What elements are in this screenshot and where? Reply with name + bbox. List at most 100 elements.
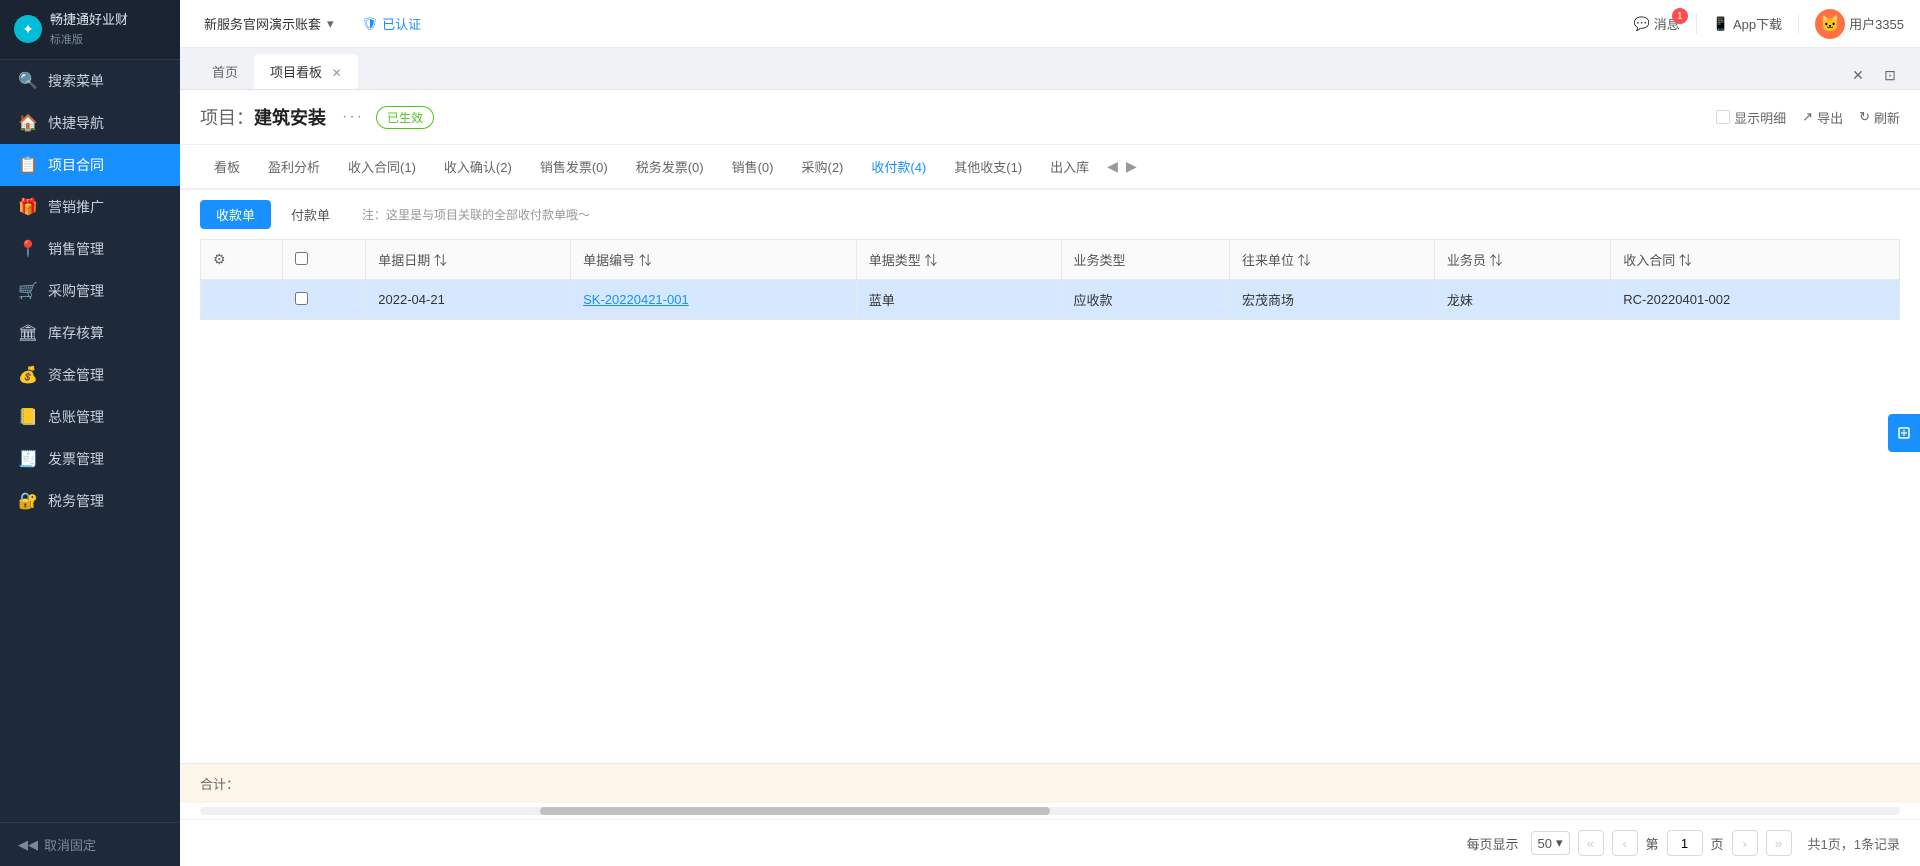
table-header-row: ⚙ 单据日期 ⇅ 单据编号 ⇅ 单据类型 ⇅: [201, 240, 1900, 280]
sidebar-item-5[interactable]: 🛒 采购管理: [0, 270, 180, 312]
page-suffix: 页: [1711, 834, 1724, 853]
app-edition: 标准版: [50, 31, 128, 47]
col-date[interactable]: 单据日期 ⇅: [366, 240, 571, 280]
user-menu[interactable]: 🐱 用户3355: [1815, 9, 1904, 39]
current-page-input[interactable]: [1667, 830, 1703, 856]
maximize-button[interactable]: ⊡: [1876, 61, 1904, 89]
sidebar-label-5: 采购管理: [48, 281, 104, 301]
float-action-button[interactable]: [1888, 414, 1920, 452]
sidebar-item-3[interactable]: 🎁 营销推广: [0, 186, 180, 228]
table-body: 2022-04-21 SK-20220421-001 蓝单 应收款 宏茂商场 龙…: [201, 280, 1900, 320]
shield-icon: 🛡: [362, 16, 379, 32]
project-title-block: 项目： 建筑安装: [200, 104, 326, 130]
sidebar-label-10: 税务管理: [48, 491, 104, 511]
sidebar-item-7[interactable]: 💰 资金管理: [0, 354, 180, 396]
app-download-button[interactable]: 📱 App下载: [1713, 14, 1782, 33]
checkbox-icon[interactable]: [1716, 110, 1730, 124]
sidebar-item-1[interactable]: 🏠 快捷导航: [0, 102, 180, 144]
sidebar-icon-10: 🔐: [18, 491, 38, 511]
gear-icon[interactable]: ⚙: [213, 251, 226, 267]
row-checkbox[interactable]: [295, 292, 308, 305]
cell-checkbox[interactable]: [283, 280, 366, 320]
inner-tab-receipt[interactable]: 收款单: [200, 200, 271, 229]
refresh-button[interactable]: ↻ 刷新: [1859, 108, 1900, 127]
sidebar-label-1: 快捷导航: [48, 113, 104, 133]
prev-tab-arrow[interactable]: ◀: [1103, 150, 1122, 183]
col-income-contract[interactable]: 收入合同 ⇅: [1611, 240, 1900, 280]
sidebar-icon-7: 💰: [18, 365, 38, 385]
sidebar-icon-2: 📋: [18, 155, 38, 175]
sidebar-item-6[interactable]: 🏛 库存核算: [0, 312, 180, 354]
col-date-label: 单据日期: [378, 253, 430, 268]
page-summary: 共1页，1条记录: [1808, 834, 1900, 853]
sidebar-item-0[interactable]: 🔍 搜索菜单: [0, 60, 180, 102]
last-page-button[interactable]: »: [1766, 830, 1792, 856]
data-table: ⚙ 单据日期 ⇅ 单据编号 ⇅ 单据类型 ⇅: [200, 239, 1900, 320]
messages-button[interactable]: 💬 消息 1: [1634, 14, 1680, 33]
sidebar-icon-6: 🏛: [18, 323, 38, 343]
show-detail-checkbox[interactable]: 显示明细: [1716, 108, 1786, 127]
col-salesman[interactable]: 业务员 ⇅: [1434, 240, 1610, 280]
sidebar-label-7: 资金管理: [48, 365, 104, 385]
inner-tab-payment[interactable]: 付款单: [275, 200, 346, 229]
topbar: 新服务官网演示账套 ▾ 🛡 已认证 💬 消息 1 📱 App下载 🐱 用户335…: [180, 0, 1920, 48]
subtab-other[interactable]: 其他收支(1): [940, 145, 1036, 190]
page-content: 项目： 建筑安装 ··· 已生效 显示明细 ↗ 导出 ↻ 刷新: [180, 90, 1920, 866]
project-more-button[interactable]: ···: [342, 108, 364, 126]
cell-date: 2022-04-21: [366, 280, 571, 320]
cell-gear: [201, 280, 283, 320]
divider: [1696, 14, 1697, 34]
sidebar-icon-5: 🛒: [18, 281, 38, 301]
subtab-inout[interactable]: 出入库: [1036, 145, 1103, 190]
app-logo-icon: ✦: [14, 15, 42, 43]
certified-badge: 🛡 已认证: [362, 14, 422, 33]
subtab-profit[interactable]: 盈利分析: [254, 145, 334, 190]
col-company[interactable]: 往来单位 ⇅: [1230, 240, 1435, 280]
export-button[interactable]: ↗ 导出: [1802, 108, 1843, 127]
prev-page-button[interactable]: ‹: [1612, 830, 1638, 856]
close-button[interactable]: ✕: [1844, 61, 1872, 89]
subtab-kanban[interactable]: 看板: [200, 145, 254, 190]
select-all-checkbox[interactable]: [295, 252, 308, 265]
subtab-sales[interactable]: 销售(0): [718, 145, 788, 190]
col-type[interactable]: 单据类型 ⇅: [856, 240, 1061, 280]
col-income-contract-label: 收入合同: [1623, 253, 1675, 268]
sidebar-icon-0: 🔍: [18, 71, 38, 91]
col-number[interactable]: 单据编号 ⇅: [571, 240, 857, 280]
col-checkbox[interactable]: [283, 240, 366, 280]
sidebar-item-8[interactable]: 📒 总账管理: [0, 396, 180, 438]
next-tab-arrow[interactable]: ▶: [1122, 150, 1141, 183]
next-page-button[interactable]: ›: [1732, 830, 1758, 856]
project-selector-text: 新服务官网演示账套: [204, 14, 321, 33]
scroll-thumb[interactable]: [540, 807, 1050, 815]
sidebar-label-0: 搜索菜单: [48, 71, 104, 91]
subtab-receipt-payment[interactable]: 收付款(4): [857, 145, 940, 190]
project-selector[interactable]: 新服务官网演示账套 ▾: [196, 10, 342, 37]
window-controls: ✕ ⊡: [1844, 61, 1904, 89]
subtab-sales-invoice[interactable]: 销售发票(0): [526, 145, 622, 190]
tab-home[interactable]: 首页: [196, 54, 254, 89]
scroll-track[interactable]: [200, 807, 1900, 815]
cell-income-contract: RC-20220401-002: [1611, 280, 1900, 320]
first-page-button[interactable]: «: [1578, 830, 1604, 856]
per-page-select[interactable]: 50 ▾: [1531, 831, 1570, 855]
subtab-tax-invoice[interactable]: 税务发票(0): [622, 145, 718, 190]
tab-project-board[interactable]: 项目看板 ✕: [254, 54, 358, 89]
subtab-purchase[interactable]: 采购(2): [787, 145, 857, 190]
document-number-link[interactable]: SK-20220421-001: [583, 292, 689, 307]
sidebar-item-4[interactable]: 📍 销售管理: [0, 228, 180, 270]
message-icon: 💬: [1634, 16, 1650, 32]
project-actions: 显示明细 ↗ 导出 ↻ 刷新: [1716, 108, 1900, 127]
table-scrollbar[interactable]: [180, 803, 1920, 819]
subtab-income-confirm[interactable]: 收入确认(2): [430, 145, 526, 190]
tab-close-icon[interactable]: ✕: [332, 66, 342, 80]
sidebar-item-9[interactable]: 🧾 发票管理: [0, 438, 180, 480]
col-gear[interactable]: ⚙: [201, 240, 283, 280]
sidebar-cancel-pin[interactable]: ◀◀ 取消固定: [0, 822, 180, 866]
cell-type: 蓝单: [856, 280, 1061, 320]
sidebar-item-2[interactable]: 📋 项目合同: [0, 144, 180, 186]
col-number-label: 单据编号: [583, 253, 635, 268]
sidebar-item-10[interactable]: 🔐 税务管理: [0, 480, 180, 522]
subtab-income-contract[interactable]: 收入合同(1): [334, 145, 430, 190]
cell-salesman: 龙妹: [1434, 280, 1610, 320]
